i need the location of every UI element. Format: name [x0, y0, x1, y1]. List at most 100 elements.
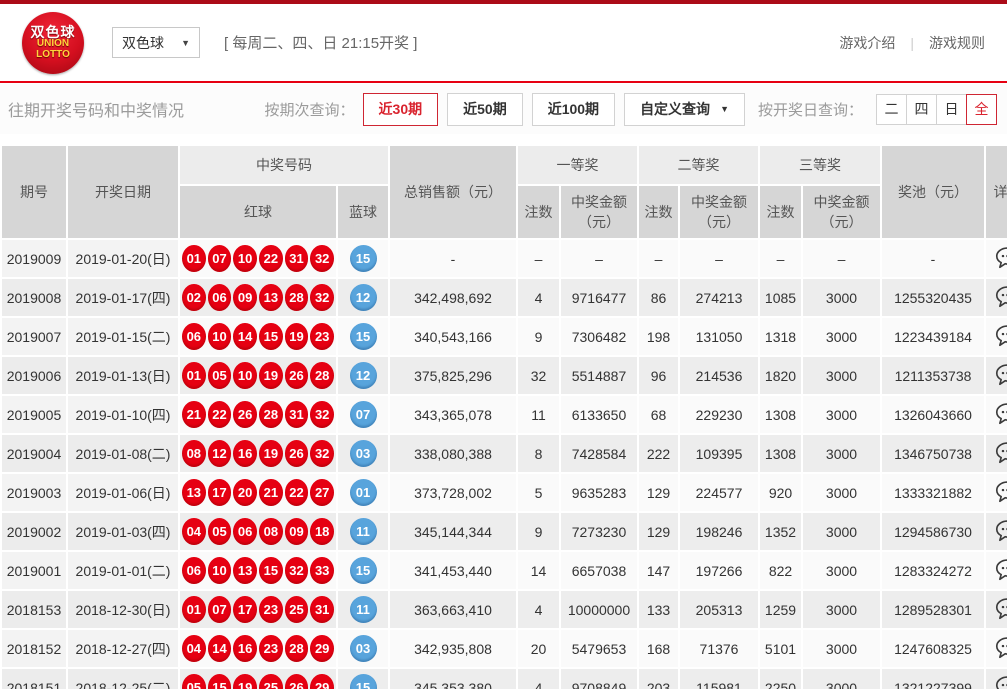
- comment-bubble-icon[interactable]: [995, 324, 1007, 347]
- first-prize-amount-cell: –: [561, 240, 637, 277]
- nav-game-rules[interactable]: 游戏规则: [929, 33, 985, 53]
- blue-ball-cell: 11: [338, 513, 388, 550]
- comment-bubble-icon[interactable]: [995, 636, 1007, 659]
- blue-ball: 11: [350, 596, 377, 623]
- comment-bubble-icon[interactable]: [995, 441, 1007, 464]
- period-button-recent-50[interactable]: 近50期: [447, 93, 523, 126]
- first-prize-amount-cell: 10000000: [561, 591, 637, 628]
- day-button-thu[interactable]: 四: [906, 94, 937, 125]
- date-cell: 2019-01-03(四): [68, 513, 178, 550]
- second-prize-amount-cell: 198246: [680, 513, 758, 550]
- period-button-recent-30[interactable]: 近30期: [363, 93, 439, 126]
- table-row: 2018153 2018-12-30(日) 010717232531 11 36…: [2, 591, 1007, 628]
- red-ball: 27: [310, 479, 334, 506]
- red-ball: 32: [285, 557, 309, 584]
- red-balls: 061013153233: [182, 557, 334, 584]
- second-prize-amount-cell: 205313: [680, 591, 758, 628]
- section-title: 往期开奖号码和中奖情况: [8, 97, 184, 121]
- red-ball: 09: [233, 284, 257, 311]
- blue-ball-wrap: 15: [340, 323, 386, 350]
- date-cell: 2018-12-30(日): [68, 591, 178, 628]
- issue-cell: 2019009: [2, 240, 66, 277]
- comment-bubble-icon[interactable]: [995, 480, 1007, 503]
- blue-ball: 07: [350, 401, 377, 428]
- chevron-down-icon: ▼: [181, 38, 190, 48]
- page: 双色球 UNION LOTTO 双色球 ▼ [ 每周二、四、日 21:15开奖 …: [0, 0, 1007, 689]
- third-prize-count-cell: 1308: [760, 435, 801, 472]
- red-ball: 04: [182, 518, 206, 545]
- red-ball: 28: [285, 635, 309, 662]
- blue-ball: 11: [350, 518, 377, 545]
- first-prize-count-cell: 9: [518, 513, 559, 550]
- col-header-second-prize: 二等奖: [639, 146, 758, 184]
- day-button-all[interactable]: 全: [966, 94, 997, 125]
- red-ball: 10: [208, 323, 232, 350]
- first-prize-count-cell: 5: [518, 474, 559, 511]
- custom-query-dropdown[interactable]: 自定义查询 ▼: [624, 93, 745, 126]
- blue-ball: 15: [350, 323, 377, 350]
- prize-pool-cell: 1283324272: [882, 552, 984, 589]
- total-sales-cell: 338,080,388: [390, 435, 516, 472]
- day-query-label: 按开奖日查询：: [758, 99, 863, 120]
- day-button-tue[interactable]: 二: [876, 94, 907, 125]
- table-row: 2019008 2019-01-17(四) 020609132832 12 34…: [2, 279, 1007, 316]
- total-sales-cell: 373,728,002: [390, 474, 516, 511]
- second-prize-count-cell: 96: [639, 357, 678, 394]
- second-prize-count-cell: 68: [639, 396, 678, 433]
- prize-pool-cell: 1255320435: [882, 279, 984, 316]
- nav-game-intro[interactable]: 游戏介绍: [839, 33, 895, 53]
- first-prize-amount-cell: 5514887: [561, 357, 637, 394]
- second-prize-amount-cell: 109395: [680, 435, 758, 472]
- total-sales-cell: 342,935,808: [390, 630, 516, 667]
- blue-ball-wrap: 12: [340, 284, 386, 311]
- draw-schedule-text: [ 每周二、四、日 21:15开奖 ]: [224, 32, 417, 53]
- first-prize-count-cell: 8: [518, 435, 559, 472]
- first-prize-amount-cell: 9716477: [561, 279, 637, 316]
- red-ball: 14: [233, 323, 257, 350]
- red-ball: 22: [208, 401, 232, 428]
- comment-bubble-icon[interactable]: [995, 402, 1007, 425]
- game-select-dropdown[interactable]: 双色球 ▼: [112, 27, 200, 58]
- first-prize-amount-cell: 9708849: [561, 669, 637, 689]
- blue-ball-cell: 15: [338, 240, 388, 277]
- third-prize-count-cell: 5101: [760, 630, 801, 667]
- red-ball: 28: [285, 284, 309, 311]
- blue-ball-wrap: 03: [340, 635, 386, 662]
- comment-bubble-icon[interactable]: [995, 519, 1007, 542]
- detail-cell: [986, 357, 1007, 394]
- third-prize-count-cell: 822: [760, 552, 801, 589]
- comment-bubble-icon[interactable]: [995, 675, 1007, 689]
- first-prize-count-cell: 14: [518, 552, 559, 589]
- red-ball: 18: [310, 518, 334, 545]
- date-cell: 2018-12-25(二): [68, 669, 178, 689]
- prize-pool-cell: 1326043660: [882, 396, 984, 433]
- third-prize-amount-cell: 3000: [803, 591, 880, 628]
- total-sales-cell: 342,498,692: [390, 279, 516, 316]
- comment-bubble-icon[interactable]: [995, 246, 1007, 269]
- comment-bubble-icon[interactable]: [995, 285, 1007, 308]
- comment-bubble-icon[interactable]: [995, 558, 1007, 581]
- red-balls-cell: 020609132832: [180, 279, 336, 316]
- detail-cell: [986, 591, 1007, 628]
- blue-ball-cell: 12: [338, 357, 388, 394]
- red-balls-cell: 061013153233: [180, 552, 336, 589]
- prize-pool-cell: 1289528301: [882, 591, 984, 628]
- logo-text-lotto: LOTTO: [36, 50, 70, 61]
- third-prize-amount-cell: 3000: [803, 318, 880, 355]
- detail-cell: [986, 240, 1007, 277]
- red-ball: 15: [208, 674, 232, 689]
- day-button-sun[interactable]: 日: [936, 94, 967, 125]
- red-ball: 05: [208, 518, 232, 545]
- third-prize-amount-cell: 3000: [803, 630, 880, 667]
- second-prize-amount-cell: 214536: [680, 357, 758, 394]
- date-cell: 2018-12-27(四): [68, 630, 178, 667]
- red-ball: 32: [310, 284, 334, 311]
- filter-controls: 按期次查询： 近30期 近50期 近100期 自定义查询 ▼ 按开奖日查询： 二…: [265, 93, 997, 126]
- comment-bubble-icon[interactable]: [995, 597, 1007, 620]
- total-sales-cell: 343,365,078: [390, 396, 516, 433]
- period-button-recent-100[interactable]: 近100期: [532, 93, 615, 126]
- red-ball: 14: [208, 635, 232, 662]
- blue-ball: 12: [350, 284, 377, 311]
- comment-bubble-icon[interactable]: [995, 363, 1007, 386]
- red-ball: 19: [259, 440, 283, 467]
